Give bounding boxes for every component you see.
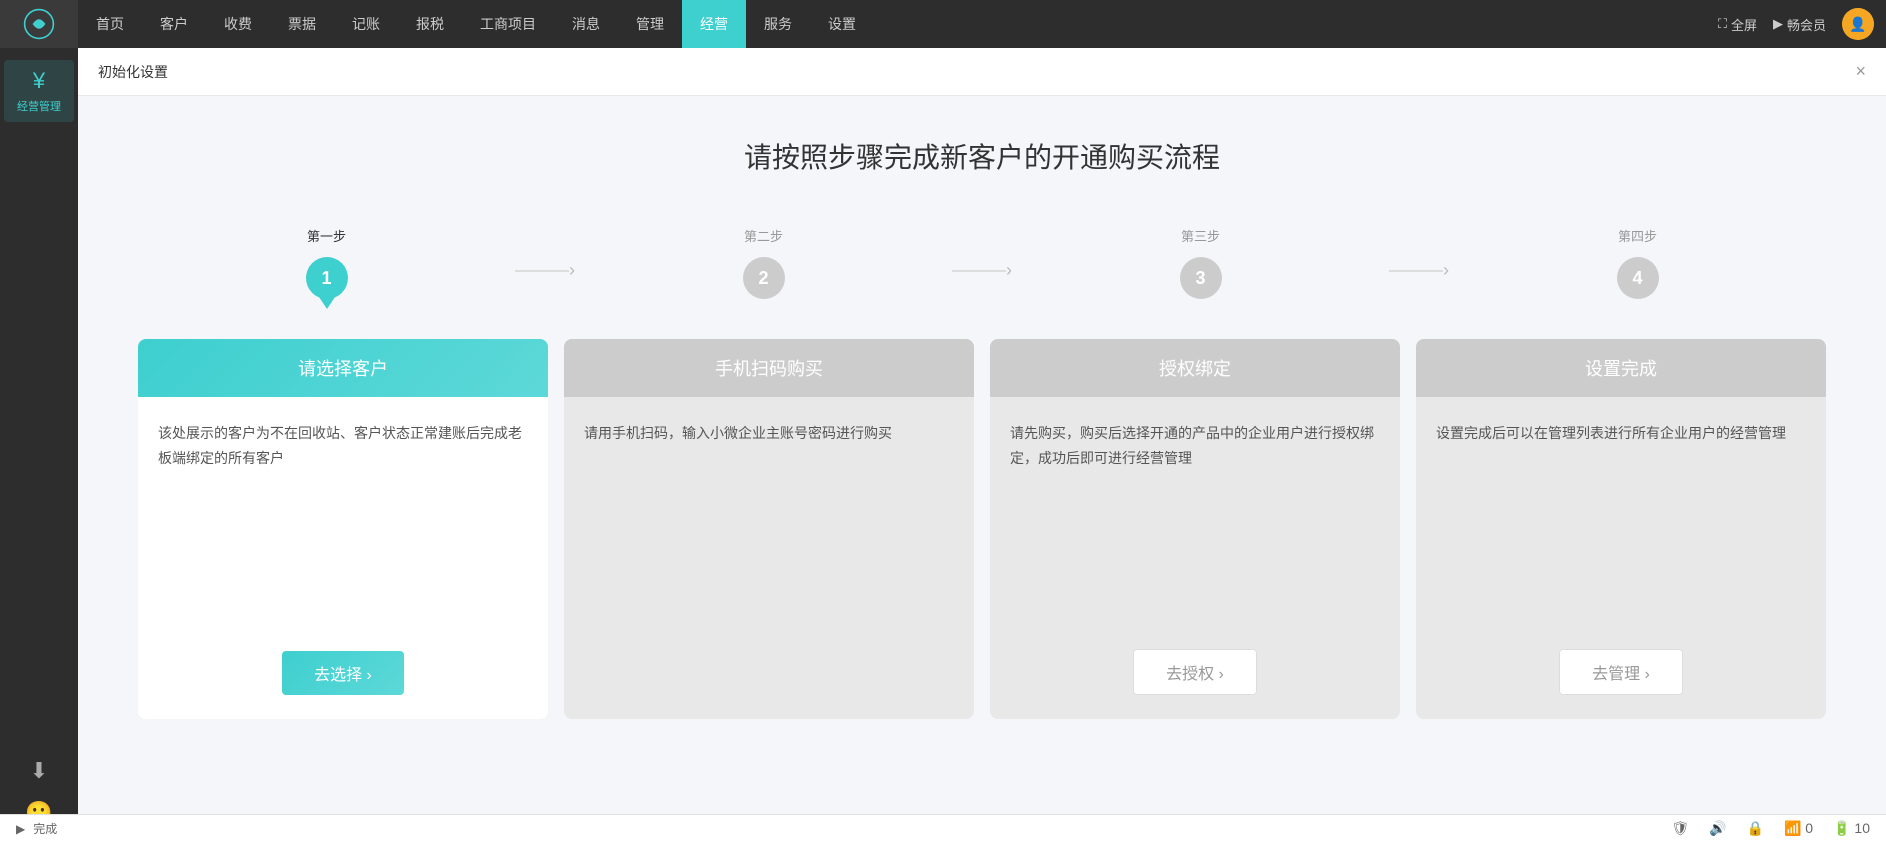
- step-card-2: 手机扫码购买请用手机扫码，输入小微企业主账号密码进行购买: [564, 339, 974, 719]
- member-button[interactable]: ▶ 畅会员: [1773, 15, 1826, 34]
- content-area: 请按照步骤完成新客户的开通购买流程 第一步 1 › 第二步 2 › 第三步 3 › 第四步 4 请选…: [78, 96, 1886, 842]
- nav-item-管理[interactable]: 管理: [618, 0, 682, 48]
- step-card-3: 授权绑定请先购买，购买后选择开通的产品中的企业用户进行授权绑定，成功后即可进行经…: [990, 339, 1400, 719]
- main-title: 请按照步骤完成新客户的开通购买流程: [138, 136, 1826, 176]
- nav-item-经营[interactable]: 经营: [682, 0, 746, 48]
- card-header-3: 授权绑定: [990, 339, 1400, 397]
- step-circle-2: 2: [743, 257, 785, 299]
- nav-item-首页[interactable]: 首页: [78, 0, 142, 48]
- step-circle-container-3: 3: [1180, 257, 1222, 299]
- step-label-2: 第二步: [744, 226, 783, 245]
- volume-icon[interactable]: 🔊: [1709, 820, 1726, 837]
- card-btn-3[interactable]: 去授权 ›: [1133, 649, 1257, 695]
- step-label-4: 第四步: [1618, 226, 1657, 245]
- step-label-3: 第三步: [1181, 226, 1220, 245]
- nav-item-消息[interactable]: 消息: [554, 0, 618, 48]
- play-icon: ▶: [1773, 16, 1783, 32]
- card-footer-3: 去授权 ›: [990, 633, 1400, 719]
- fullscreen-button[interactable]: ⛶ 全屏: [1718, 15, 1757, 34]
- card-footer-1: 去选择 ›: [138, 635, 548, 719]
- status-label: 完成: [33, 820, 57, 837]
- nav-item-收费[interactable]: 收费: [206, 0, 270, 48]
- step-circle-1: 1: [306, 257, 348, 299]
- nav-items: 首页客户收费票据记账报税工商项目消息管理经营服务设置: [78, 0, 1718, 48]
- step-4: 第四步 4: [1449, 226, 1826, 299]
- card-header-1: 请选择客户: [138, 339, 548, 397]
- step-circle-container-2: 2: [743, 257, 785, 299]
- step-arrow-2: ›: [952, 260, 1012, 281]
- step-3: 第三步 3: [1012, 226, 1389, 299]
- step-arrow-1: ›: [515, 260, 575, 281]
- page-title: 初始化设置: [98, 62, 168, 82]
- status-bar: ▶ 完成 🛡 🔊 🔒 📶 0 🔋 10: [0, 814, 1886, 842]
- step-card-1: 请选择客户该处展示的客户为不在回收站、客户状态正常建账后完成老板端绑定的所有客户…: [138, 339, 548, 719]
- card-header-4: 设置完成: [1416, 339, 1826, 397]
- top-navigation: 首页客户收费票据记账报税工商项目消息管理经营服务设置 ⛶ 全屏 ▶ 畅会员 👤: [0, 0, 1886, 48]
- card-footer-4: 去管理 ›: [1416, 633, 1826, 719]
- nav-item-工商项目[interactable]: 工商项目: [462, 0, 554, 48]
- shield-icon: 🛡: [1671, 820, 1689, 837]
- play-button[interactable]: ▶: [16, 822, 25, 836]
- svg-text:👤: 👤: [1849, 16, 1866, 33]
- step-circle-4: 4: [1617, 257, 1659, 299]
- card-btn-4[interactable]: 去管理 ›: [1559, 649, 1683, 695]
- card-body-1: 该处展示的客户为不在回收站、客户状态正常建账后完成老板端绑定的所有客户: [138, 397, 548, 635]
- sidebar-item-label: 经营管理: [17, 98, 61, 114]
- card-btn-1[interactable]: 去选择 ›: [282, 651, 404, 695]
- fullscreen-icon: ⛶: [1718, 16, 1727, 32]
- sidebar-item-operations[interactable]: ¥ 经营管理: [4, 60, 74, 122]
- card-body-2: 请用手机扫码，输入小微企业主账号密码进行购买: [564, 397, 974, 719]
- fullscreen-label: 全屏: [1731, 15, 1757, 34]
- steps-flow: 第一步 1 › 第二步 2 › 第三步 3 › 第四步 4: [138, 226, 1826, 309]
- card-header-2: 手机扫码购买: [564, 339, 974, 397]
- step-label-1: 第一步: [307, 226, 346, 245]
- nav-item-设置[interactable]: 设置: [810, 0, 874, 48]
- step-2: 第二步 2: [575, 226, 952, 299]
- step-1: 第一步 1: [138, 226, 515, 309]
- member-label: 畅会员: [1787, 15, 1826, 34]
- lock-icon: 🔒: [1747, 820, 1764, 837]
- download-icon[interactable]: ⬇: [30, 758, 48, 784]
- nav-right: ⛶ 全屏 ▶ 畅会员 👤: [1718, 8, 1886, 40]
- page-header: 初始化设置 ×: [78, 48, 1886, 96]
- battery-status: 🔋 10: [1833, 820, 1870, 837]
- operations-icon: ¥: [33, 68, 45, 94]
- user-avatar[interactable]: 👤: [1842, 8, 1874, 40]
- nav-item-票据[interactable]: 票据: [270, 0, 334, 48]
- main-content: 初始化设置 × 请按照步骤完成新客户的开通购买流程 第一步 1 › 第二步 2 › 第三步 3…: [78, 48, 1886, 842]
- app-logo: [0, 0, 78, 48]
- step-arrow-3: ›: [1389, 260, 1449, 281]
- step-card-4: 设置完成设置完成后可以在管理列表进行所有企业用户的经营管理去管理 ›: [1416, 339, 1826, 719]
- nav-item-记账[interactable]: 记账: [334, 0, 398, 48]
- nav-item-服务[interactable]: 服务: [746, 0, 810, 48]
- sidebar: ¥ 经营管理 ⬇ 🙂: [0, 48, 78, 842]
- nav-item-客户[interactable]: 客户: [142, 0, 206, 48]
- card-body-3: 请先购买，购买后选择开通的产品中的企业用户进行授权绑定，成功后即可进行经营管理: [990, 397, 1400, 633]
- cards-row: 请选择客户该处展示的客户为不在回收站、客户状态正常建账后完成老板端绑定的所有客户…: [138, 339, 1826, 719]
- card-body-4: 设置完成后可以在管理列表进行所有企业用户的经营管理: [1416, 397, 1826, 633]
- close-button[interactable]: ×: [1855, 61, 1866, 82]
- network-status: 📶 0: [1784, 820, 1813, 837]
- status-right: 🛡 🔊 🔒 📶 0 🔋 10: [1671, 820, 1870, 837]
- nav-item-报税[interactable]: 报税: [398, 0, 462, 48]
- step-circle-3: 3: [1180, 257, 1222, 299]
- step-circle-container-4: 4: [1617, 257, 1659, 299]
- step-circle-container-1: 1: [306, 257, 348, 309]
